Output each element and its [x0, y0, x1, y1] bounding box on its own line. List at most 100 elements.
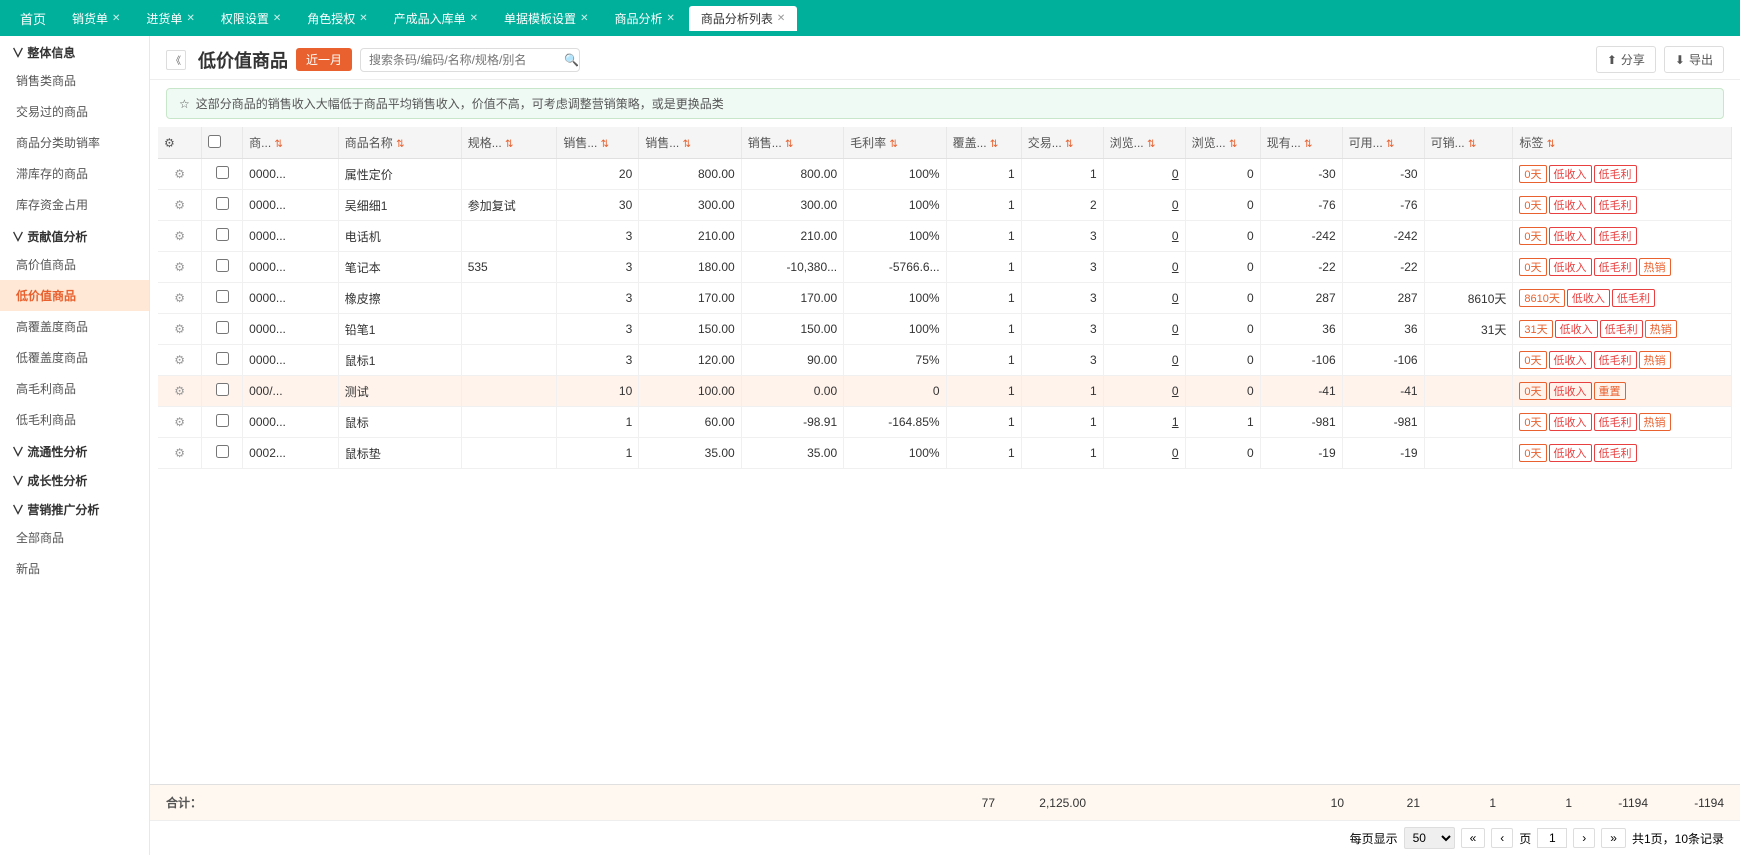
row-checkbox[interactable]	[202, 376, 243, 407]
nav-role-auth[interactable]: 角色授权 ✕	[295, 6, 379, 31]
row-browse1[interactable]: 0	[1103, 283, 1185, 314]
settings-col-header[interactable]: ⚙	[158, 127, 202, 159]
row-browse1[interactable]: 0	[1103, 221, 1185, 252]
sidebar-item-inventory-capital[interactable]: 库存资金占用	[0, 189, 149, 220]
available-col-header[interactable]: 可用... ⇅	[1342, 127, 1424, 159]
nav-purchase-order[interactable]: 进货单 ✕	[134, 6, 206, 31]
nav-product-analysis-list[interactable]: 商品分析列表 ✕	[689, 6, 797, 31]
row-settings[interactable]: ⚙	[158, 190, 202, 221]
browse2-col-header[interactable]: 浏览... ⇅	[1185, 127, 1260, 159]
table-wrapper[interactable]: ⚙ 商... ⇅ 商品名称 ⇅ 规格... ⇅ 销售... ⇅ 销售... ⇅ …	[150, 127, 1740, 784]
sidebar-group-contribution[interactable]: ∨ 贡献值分析	[0, 220, 149, 249]
stock1-col-header[interactable]: 现有... ⇅	[1260, 127, 1342, 159]
row-browse1[interactable]: 0	[1103, 376, 1185, 407]
sidebar-item-high-value[interactable]: 高价值商品	[0, 249, 149, 280]
close-icon[interactable]: ✕	[580, 13, 588, 24]
row-checkbox[interactable]	[202, 159, 243, 190]
sidebar-item-new-products[interactable]: 新品	[0, 553, 149, 584]
export-button[interactable]: ⬇ 导出	[1664, 46, 1724, 73]
checkbox-col-header[interactable]	[202, 127, 243, 159]
row-settings[interactable]: ⚙	[158, 314, 202, 345]
sidebar-item-category-rate[interactable]: 商品分类助销率	[0, 127, 149, 158]
row-select-checkbox[interactable]	[216, 197, 229, 210]
browse1-link[interactable]: 0	[1172, 291, 1179, 305]
row-settings[interactable]: ⚙	[158, 407, 202, 438]
browse1-link[interactable]: 0	[1172, 384, 1179, 398]
sidebar-item-low-margin[interactable]: 低毛利商品	[0, 404, 149, 435]
browse1-link[interactable]: 0	[1172, 353, 1179, 367]
sidebar-group-marketing[interactable]: ∨ 营销推广分析	[0, 493, 149, 522]
next-page-button[interactable]: ›	[1573, 828, 1595, 848]
row-select-checkbox[interactable]	[216, 352, 229, 365]
sidebar-group-overview[interactable]: ∨ 整体信息	[0, 36, 149, 65]
sidebar-item-low-coverage[interactable]: 低覆盖度商品	[0, 342, 149, 373]
sidebar-item-low-value[interactable]: 低价值商品	[0, 280, 149, 311]
close-icon[interactable]: ✕	[666, 13, 674, 24]
select-all-checkbox[interactable]	[208, 135, 221, 148]
row-select-checkbox[interactable]	[216, 290, 229, 303]
row-settings[interactable]: ⚙	[158, 159, 202, 190]
row-checkbox[interactable]	[202, 314, 243, 345]
nav-product-analysis[interactable]: 商品分析 ✕	[602, 6, 686, 31]
browse1-link[interactable]: 0	[1172, 322, 1179, 336]
row-settings[interactable]: ⚙	[158, 283, 202, 314]
cover-col-header[interactable]: 覆盖... ⇅	[946, 127, 1021, 159]
row-checkbox[interactable]	[202, 438, 243, 469]
tag-col-header[interactable]: 标签 ⇅	[1513, 127, 1732, 159]
browse1-link[interactable]: 1	[1172, 415, 1179, 429]
prev-page-button[interactable]: ‹	[1491, 828, 1513, 848]
filter-period-button[interactable]: 近一月	[296, 48, 352, 71]
search-input[interactable]	[360, 48, 580, 72]
sales-amt-col-header[interactable]: 销售... ⇅	[639, 127, 741, 159]
close-icon[interactable]: ✕	[777, 13, 785, 24]
row-browse1[interactable]: 0	[1103, 345, 1185, 376]
sidebar-item-sales-category[interactable]: 销售类商品	[0, 65, 149, 96]
last-page-button[interactable]: »	[1601, 828, 1626, 848]
row-select-checkbox[interactable]	[216, 321, 229, 334]
browse1-link[interactable]: 0	[1172, 260, 1179, 274]
sidebar-item-all-products[interactable]: 全部商品	[0, 522, 149, 553]
per-page-select[interactable]: 50 100 200	[1404, 827, 1455, 849]
row-browse1[interactable]: 0	[1103, 190, 1185, 221]
spec-col-header[interactable]: 规格... ⇅	[461, 127, 557, 159]
close-icon[interactable]: ✕	[186, 13, 194, 24]
first-page-button[interactable]: «	[1461, 828, 1486, 848]
browse1-link[interactable]: 0	[1172, 198, 1179, 212]
nav-permissions[interactable]: 权限设置 ✕	[209, 6, 293, 31]
row-settings[interactable]: ⚙	[158, 345, 202, 376]
sidebar-item-stagnant[interactable]: 滞库存的商品	[0, 158, 149, 189]
close-icon[interactable]: ✕	[273, 13, 281, 24]
saleable-col-header[interactable]: 可销... ⇅	[1424, 127, 1513, 159]
gross-rate-col-header[interactable]: 毛利率 ⇅	[844, 127, 946, 159]
row-browse1[interactable]: 0	[1103, 438, 1185, 469]
row-checkbox[interactable]	[202, 190, 243, 221]
row-browse1[interactable]: 0	[1103, 314, 1185, 345]
sales-avg-col-header[interactable]: 销售... ⇅	[741, 127, 843, 159]
row-select-checkbox[interactable]	[216, 414, 229, 427]
close-icon[interactable]: ✕	[112, 13, 120, 24]
nav-home[interactable]: 首页	[8, 5, 58, 32]
row-select-checkbox[interactable]	[216, 259, 229, 272]
browse1-link[interactable]: 0	[1172, 229, 1179, 243]
browse1-link[interactable]: 0	[1172, 167, 1179, 181]
row-select-checkbox[interactable]	[216, 445, 229, 458]
row-settings[interactable]: ⚙	[158, 252, 202, 283]
sidebar-item-high-margin[interactable]: 高毛利商品	[0, 373, 149, 404]
sidebar-item-traded[interactable]: 交易过的商品	[0, 96, 149, 127]
row-select-checkbox[interactable]	[216, 383, 229, 396]
row-settings[interactable]: ⚙	[158, 438, 202, 469]
row-select-checkbox[interactable]	[216, 166, 229, 179]
row-checkbox[interactable]	[202, 283, 243, 314]
row-browse1[interactable]: 0	[1103, 252, 1185, 283]
sidebar-group-circulation[interactable]: ∨ 流通性分析	[0, 435, 149, 464]
row-checkbox[interactable]	[202, 252, 243, 283]
row-checkbox[interactable]	[202, 345, 243, 376]
collapse-sidebar-button[interactable]: 《	[166, 50, 186, 70]
browse1-col-header[interactable]: 浏览... ⇅	[1103, 127, 1185, 159]
close-icon[interactable]: ✕	[359, 13, 367, 24]
row-browse1[interactable]: 1	[1103, 407, 1185, 438]
sales-qty-col-header[interactable]: 销售... ⇅	[557, 127, 639, 159]
row-select-checkbox[interactable]	[216, 228, 229, 241]
search-icon[interactable]: 🔍	[564, 53, 579, 67]
close-icon[interactable]: ✕	[470, 13, 478, 24]
